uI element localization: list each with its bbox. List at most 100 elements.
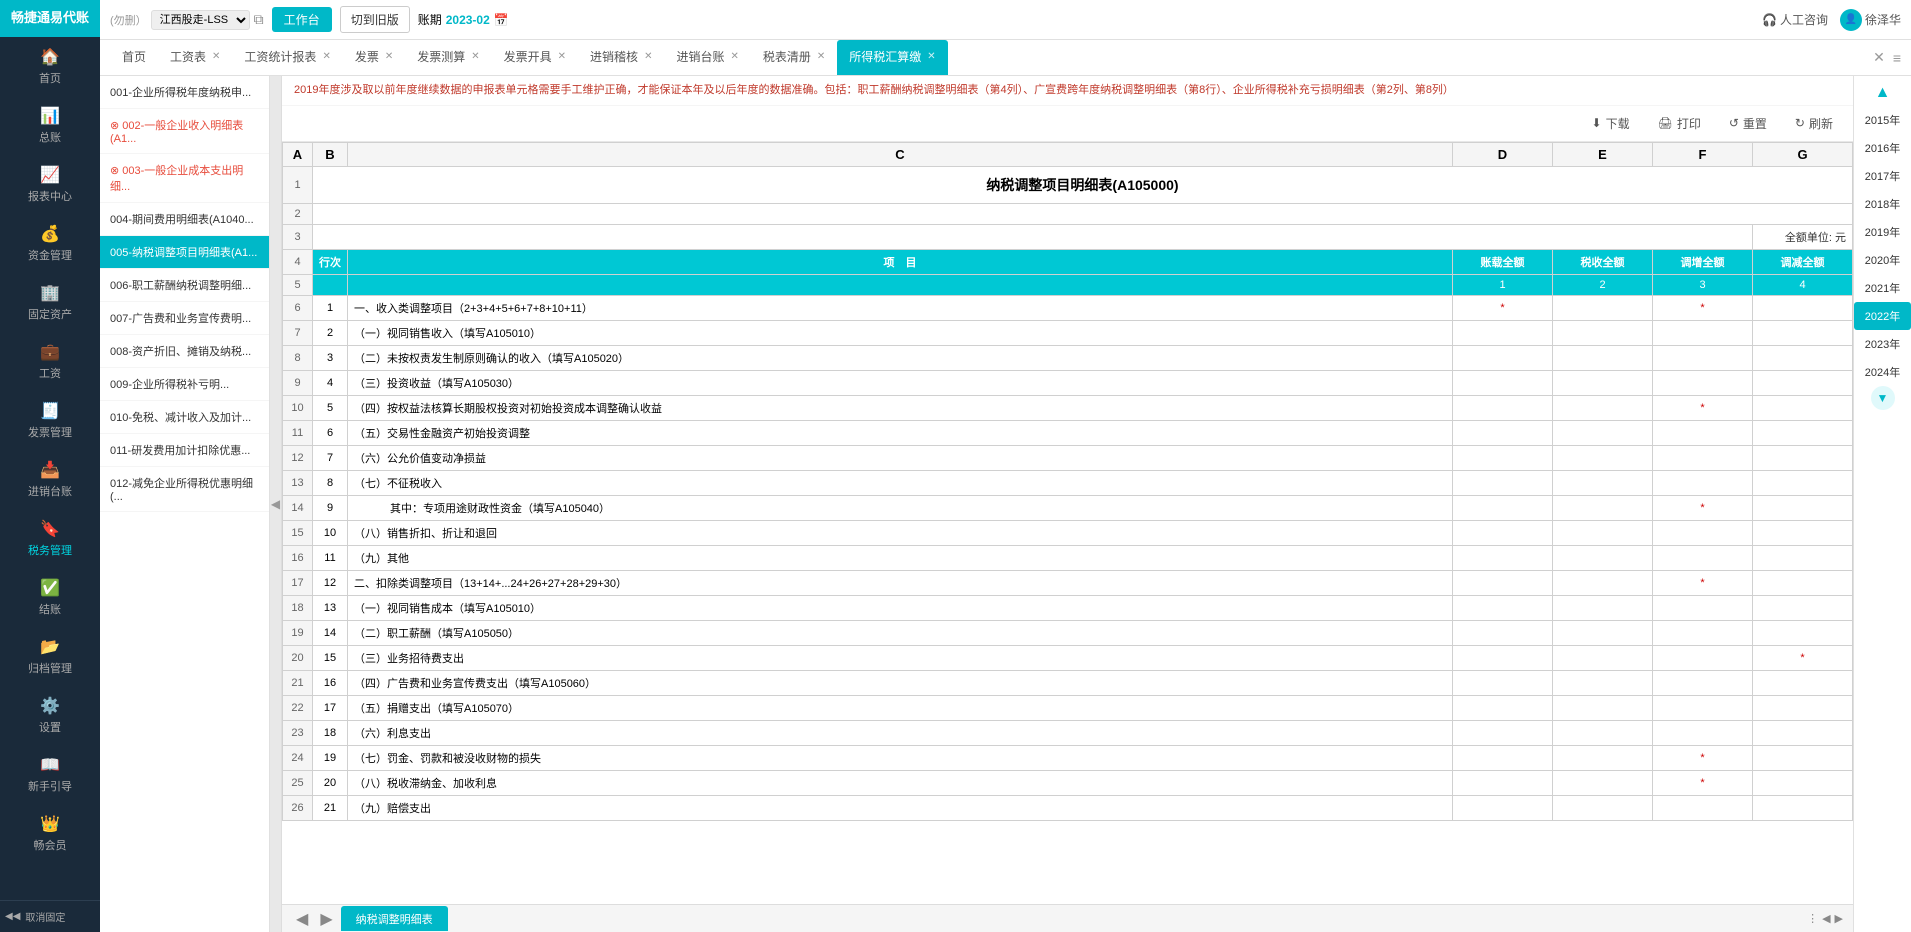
sidebar-item-tax[interactable]: 🔖 税务管理 [0, 509, 100, 568]
close-icon[interactable]: ✕ [385, 51, 393, 62]
year-2023[interactable]: 2023年 [1854, 330, 1911, 358]
left-item-007[interactable]: 007-广告费和业务宣传费明... [100, 302, 269, 335]
year-2017[interactable]: 2017年 [1854, 162, 1911, 190]
tab-sales-ledger[interactable]: 进销台账 ✕ [664, 40, 750, 75]
tab-salary-report[interactable]: 工资统计报表 ✕ [232, 40, 342, 75]
tab-tax-clear[interactable]: 税表清册 ✕ [751, 40, 837, 75]
table-row: 20 15 （三）业务招待费支出 * [283, 645, 1853, 670]
year-2018[interactable]: 2018年 [1854, 190, 1911, 218]
left-item-009[interactable]: 009-企业所得税补亏明... [100, 368, 269, 401]
close-icon[interactable]: ✕ [730, 51, 738, 62]
sheet-prev-icon[interactable]: ◀ [292, 909, 312, 929]
close-icon[interactable]: ✕ [817, 51, 825, 62]
sidebar-label-settings: 设置 [39, 719, 61, 735]
refresh-button[interactable]: ↻ 刷新 [1787, 112, 1841, 135]
year-2015[interactable]: 2015年 [1854, 106, 1911, 134]
table-row: 2 [283, 203, 1853, 224]
year-2024[interactable]: 2024年 [1854, 358, 1911, 386]
left-item-003[interactable]: ⊗003-一般企业成本支出明细... [100, 154, 269, 203]
close-icon[interactable]: ✕ [212, 51, 220, 62]
sidebar-item-finance[interactable]: 💰 资金管理 [0, 214, 100, 273]
left-item-011[interactable]: 011-研发费用加计扣除优惠... [100, 434, 269, 467]
period-value[interactable]: 2023-02 [446, 13, 490, 27]
table-row: 6 1 一、收入类调整项目（2+3+4+5+6+7+8+10+11） * * [283, 295, 1853, 320]
left-item-004[interactable]: 004-期间费用明细表(A1040... [100, 203, 269, 236]
sidebar-item-guide[interactable]: 📖 新手引导 [0, 745, 100, 804]
tab-invoice[interactable]: 发票 ✕ [343, 40, 405, 75]
sidebar: 畅捷通易代账 🏠 首页 📊 总账 📈 报表中心 💰 资金管理 🏢 固定资产 💼 … [0, 0, 100, 932]
left-item-005[interactable]: 005-纳税调整项目明细表(A1... [100, 236, 269, 269]
sidebar-item-archive[interactable]: 📂 归档管理 [0, 627, 100, 686]
left-item-002[interactable]: ⊗002-一般企业收入明细表(A1... [100, 109, 269, 154]
settings-icon: ⚙️ [40, 696, 60, 716]
sidebar-item-invoice[interactable]: 🧾 发票管理 [0, 391, 100, 450]
app-logo: 畅捷通易代账 [0, 0, 100, 37]
collapse-button[interactable]: ◀ [270, 76, 282, 932]
switch-old-button[interactable]: 切到旧版 [340, 6, 410, 33]
tab-home[interactable]: 首页 [110, 40, 158, 75]
pin-button[interactable]: ◀◀ 取消固定 [0, 901, 100, 932]
sidebar-item-settings[interactable]: ⚙️ 设置 [0, 686, 100, 745]
left-item-012[interactable]: 012-减免企业所得税优惠明细(... [100, 467, 269, 512]
sidebar-item-member[interactable]: 👑 畅会员 [0, 804, 100, 863]
sidebar-item-salary[interactable]: 💼 工资 [0, 332, 100, 391]
sheet-options-icon[interactable]: ⋮ [1807, 912, 1818, 925]
copy-icon[interactable]: ⧉ [254, 11, 264, 28]
close-icon[interactable]: ✕ [471, 51, 479, 62]
sidebar-item-settle[interactable]: ✅ 结账 [0, 568, 100, 627]
left-item-001[interactable]: 001-企业所得税年度纳税申... [100, 76, 269, 109]
left-item-006[interactable]: 006-职工薪酬纳税调整明细... [100, 269, 269, 302]
sidebar-item-home[interactable]: 🏠 首页 [0, 37, 100, 96]
close-icon[interactable]: ✕ [322, 51, 330, 62]
workdesk-button[interactable]: 工作台 [272, 7, 332, 32]
sheet-scroll-right[interactable]: ▶ [1835, 912, 1843, 925]
home-icon: 🏠 [40, 47, 60, 67]
sheet-next-icon[interactable]: ▶ [316, 909, 336, 929]
unit-label: 全额单位: 元 [1753, 224, 1853, 249]
tab-invoice-open[interactable]: 发票开具 ✕ [492, 40, 578, 75]
table-row: 13 8 （七）不征税收入 [283, 470, 1853, 495]
table-row: 15 10 （八）销售折扣、折让和退回 [283, 520, 1853, 545]
tab-invoice-calc[interactable]: 发票测算 ✕ [405, 40, 491, 75]
left-item-010[interactable]: 010-免税、减计收入及加计... [100, 401, 269, 434]
close-all-icon[interactable]: ✕ [1873, 49, 1885, 66]
more-icon[interactable]: ≡ [1893, 50, 1901, 66]
sheet-tab-main[interactable]: 纳税调整明细表 [341, 906, 448, 931]
invoice-icon: 🧾 [40, 401, 60, 421]
year-2019[interactable]: 2019年 [1854, 218, 1911, 246]
year-2016[interactable]: 2016年 [1854, 134, 1911, 162]
table-row: 10 5 （四）按权益法核算长期股权投资对初始投资成本调整确认收益 * [283, 395, 1853, 420]
calendar-icon[interactable]: 📅 [494, 13, 509, 27]
year-2020[interactable]: 2020年 [1854, 246, 1911, 274]
close-icon[interactable]: ✕ [927, 51, 935, 62]
sidebar-item-fixed[interactable]: 🏢 固定资产 [0, 273, 100, 332]
left-item-008[interactable]: 008-资产折旧、摊销及纳税... [100, 335, 269, 368]
tab-salary[interactable]: 工资表 ✕ [158, 40, 232, 75]
consult-button[interactable]: 🎧 人工咨询 [1762, 11, 1828, 28]
year-down-icon[interactable]: ▼ [1871, 386, 1895, 410]
download-button[interactable]: ⬇ 下载 [1584, 112, 1638, 135]
tab-income-tax[interactable]: 所得税汇算缴 ✕ [837, 40, 947, 75]
close-icon[interactable]: ✕ [644, 51, 652, 62]
sidebar-item-ledger[interactable]: 📊 总账 [0, 96, 100, 155]
print-button[interactable]: 🖨 打印 [1650, 112, 1709, 135]
reset-button[interactable]: ↺ 重置 [1721, 112, 1775, 135]
refresh-label: 刷新 [1809, 115, 1833, 132]
year-up-icon[interactable]: ▲ [1871, 80, 1895, 106]
col-B2-header: C [348, 142, 1453, 166]
tab-sales-check[interactable]: 进销稽核 ✕ [578, 40, 664, 75]
table-subheader-row: 5 1 2 3 4 [283, 274, 1853, 295]
guide-icon: 📖 [40, 755, 60, 775]
sidebar-item-import[interactable]: 📥 进销台账 [0, 450, 100, 509]
sheet-scroll-left[interactable]: ◀ [1822, 912, 1830, 925]
year-2021[interactable]: 2021年 [1854, 274, 1911, 302]
tax-icon: 🔖 [40, 519, 60, 539]
close-icon[interactable]: ✕ [558, 51, 566, 62]
right-year-panel: ▲ 2015年 2016年 2017年 2018年 2019年 2020年 20… [1853, 76, 1911, 932]
user-avatar[interactable]: 👤 徐泽华 [1840, 9, 1901, 31]
main-area: (勿删） 江西股走-LSS ⧉ 工作台 切到旧版 账期 2023-02 📅 🎧 … [100, 0, 1911, 932]
sidebar-label-import: 进销台账 [28, 483, 72, 499]
sidebar-item-reports[interactable]: 📈 报表中心 [0, 155, 100, 214]
company-select[interactable]: 江西股走-LSS [151, 10, 250, 30]
year-2022[interactable]: 2022年 [1854, 302, 1911, 330]
